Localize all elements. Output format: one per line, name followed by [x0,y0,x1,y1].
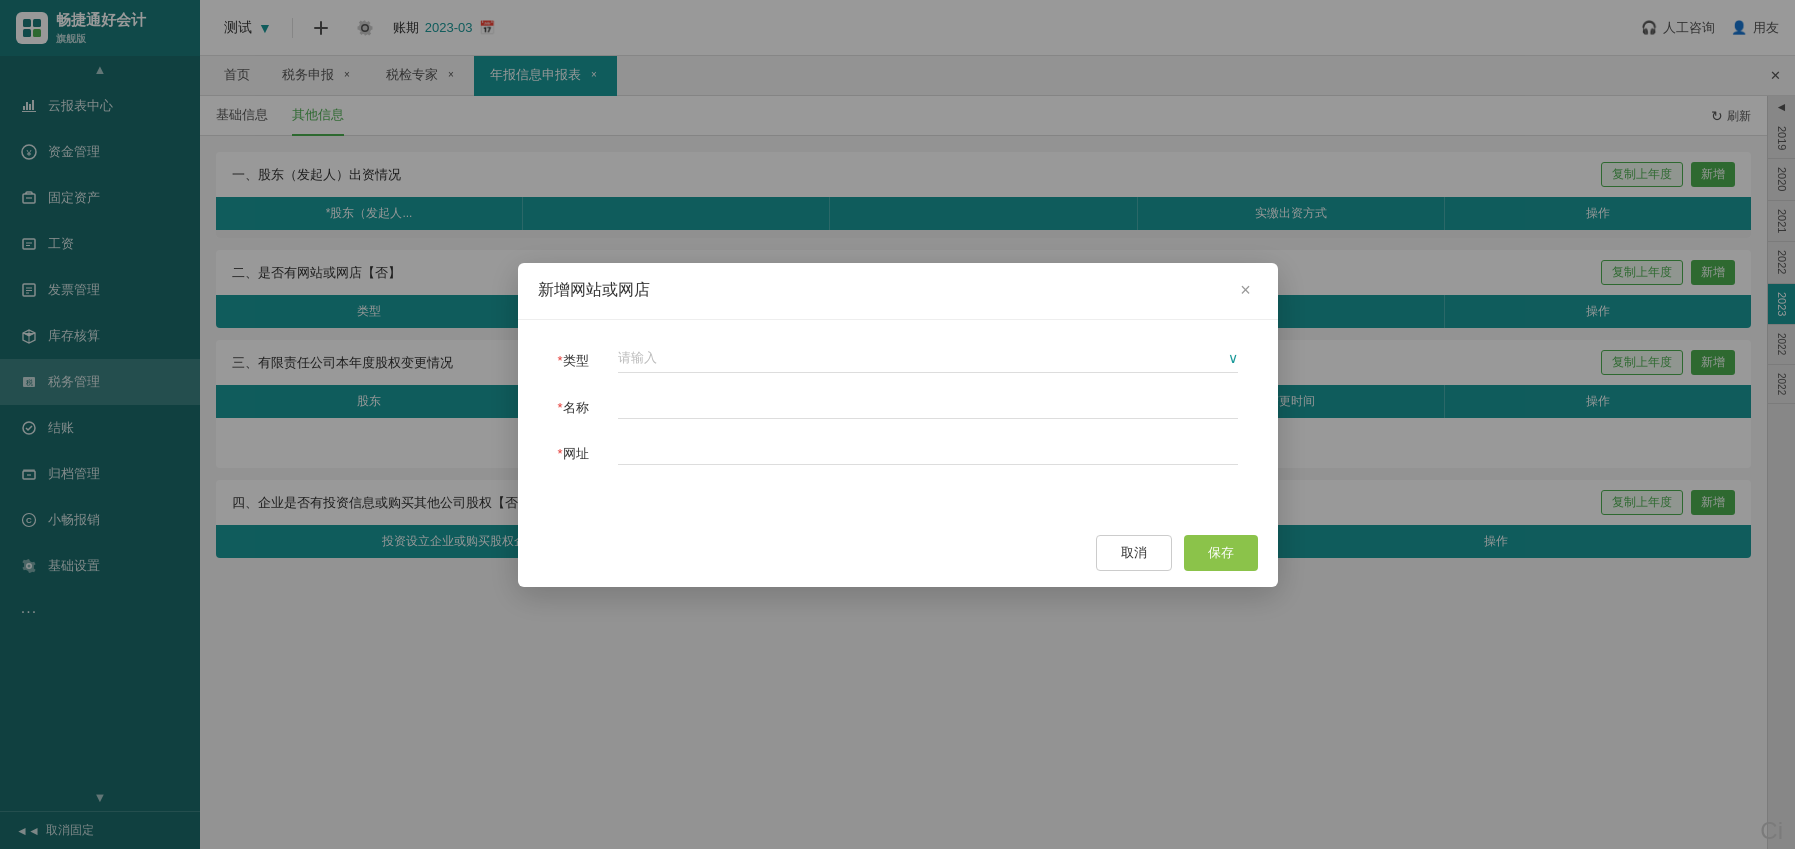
type-label: *类型 [558,352,618,370]
name-input[interactable] [618,397,1238,412]
cancel-button[interactable]: 取消 [1096,535,1172,571]
name-input-wrapper [618,397,1238,419]
save-button[interactable]: 保存 [1184,535,1258,571]
dialog-close-button[interactable]: × [1234,279,1258,303]
form-group-name: *名称 [558,397,1238,419]
name-label: *名称 [558,399,618,417]
url-input[interactable] [618,443,1238,458]
add-website-dialog: 新增网站或网店 × *类型 ∨ *名称 [518,263,1278,587]
url-label: *网址 [558,445,618,463]
dialog-footer: 取消 保存 [518,519,1278,587]
dialog-title: 新增网站或网店 [538,280,650,301]
type-input-wrapper: ∨ [618,350,1238,373]
form-group-type: *类型 ∨ [558,350,1238,373]
form-group-url: *网址 [558,443,1238,465]
dialog-overlay[interactable]: 新增网站或网店 × *类型 ∨ *名称 [0,0,1795,849]
url-input-wrapper [618,443,1238,465]
type-input[interactable] [618,350,1228,365]
dialog-header: 新增网站或网店 × [518,263,1278,320]
type-dropdown-icon[interactable]: ∨ [1228,350,1238,366]
dialog-body: *类型 ∨ *名称 *网址 [518,320,1278,519]
